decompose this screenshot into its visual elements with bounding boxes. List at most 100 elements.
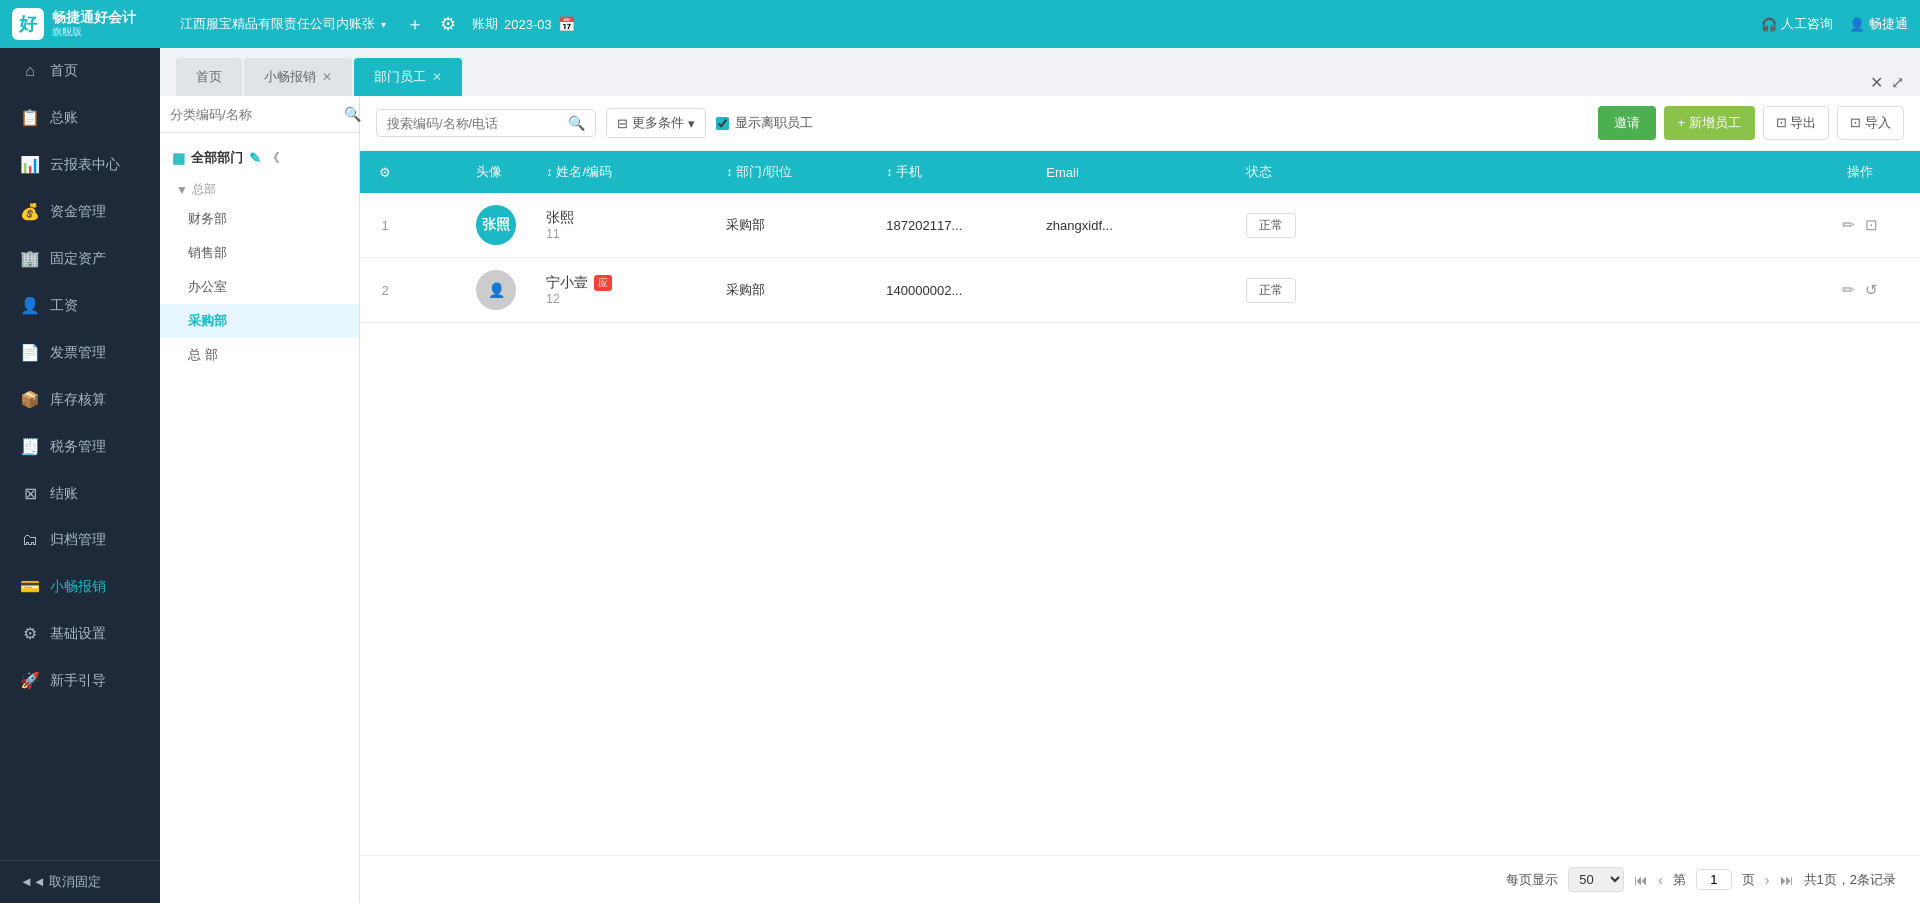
all-dept-label: 全部部门 xyxy=(191,149,243,167)
report-icon: 📊 xyxy=(20,155,40,174)
dept-search-icon[interactable]: 🔍 xyxy=(344,106,361,122)
expand-tab-button[interactable]: ⤢ xyxy=(1891,73,1904,92)
dept-collapse-icon[interactable]: 《 xyxy=(267,150,279,167)
per-page-select[interactable]: 50 10 20 100 xyxy=(1568,867,1624,892)
logo-text-block: 畅捷通好会计 旗舰版 xyxy=(52,9,136,40)
pagination: 每页显示 50 10 20 100 ⏮ ‹ 第 页 › ⏭ 共1页，2条记录 xyxy=(360,855,1920,903)
invite-button[interactable]: 邀请 xyxy=(1598,106,1656,140)
sidebar-item-archive[interactable]: 🗂 归档管理 xyxy=(0,517,160,563)
dept-search-input[interactable] xyxy=(170,107,338,122)
show-resigned-text: 显示离职员工 xyxy=(735,114,813,132)
archive-icon: 🗂 xyxy=(20,531,40,549)
sidebar-item-invoice[interactable]: 📄 发票管理 xyxy=(0,329,160,376)
col-header-status: 状态 xyxy=(1236,151,1800,193)
row2-dept: 采购部 xyxy=(716,258,876,323)
sidebar-label-inventory: 库存核算 xyxy=(50,391,106,409)
gear-icon: ⚙ xyxy=(20,624,40,643)
sidebar-item-report[interactable]: 📊 云报表中心 xyxy=(0,141,160,188)
sidebar-unpin-button[interactable]: ◄◄ 取消固定 xyxy=(0,860,160,903)
row2-name-cell: 宁小壹 应 12 xyxy=(536,258,716,323)
filter-icon: ⊟ xyxy=(617,116,628,131)
emp-search-box: 🔍 xyxy=(376,109,596,137)
col-header-phone[interactable]: ↕ 手机 xyxy=(876,151,1036,193)
calendar-icon[interactable]: 📅 xyxy=(558,16,575,32)
dept-list: ▦ 全部部门 ✎ 《 ▼ 总部 财务部 销售部 xyxy=(160,133,359,903)
show-resigned-checkbox[interactable] xyxy=(716,117,729,130)
sidebar-item-expense[interactable]: 💳 小畅报销 xyxy=(0,563,160,610)
sidebar-item-inventory[interactable]: 📦 库存核算 xyxy=(0,376,160,423)
tab-home-label: 首页 xyxy=(196,68,222,86)
row1-status: 正常 xyxy=(1236,193,1800,258)
tab-employee-close[interactable]: ✕ xyxy=(432,70,442,84)
tab-home[interactable]: 首页 xyxy=(176,58,242,96)
row2-ops: ✏ ↺ xyxy=(1800,258,1920,323)
row2-edit-button[interactable]: ✏ xyxy=(1842,281,1855,299)
page-input[interactable] xyxy=(1696,869,1732,890)
import-button[interactable]: ⊡ 导入 xyxy=(1837,106,1904,140)
tab-expense[interactable]: 小畅报销 ✕ xyxy=(244,58,352,96)
all-dept-header[interactable]: ▦ 全部部门 ✎ 《 xyxy=(160,141,359,175)
close-tab-button[interactable]: ✕ xyxy=(1870,73,1883,92)
invoice-icon: 📄 xyxy=(20,343,40,362)
dept-item-purchase[interactable]: 采购部 xyxy=(160,304,359,338)
emp-search-input[interactable] xyxy=(387,116,562,131)
col-header-settings[interactable]: ⚙ xyxy=(360,151,410,193)
emp-search-icon[interactable]: 🔍 xyxy=(568,115,585,131)
show-resigned-label[interactable]: 显示离职员工 xyxy=(716,114,813,132)
sidebar-label-guide: 新手引导 xyxy=(50,672,106,690)
employee-table: ⚙ 头像 ↕ 姓名/编码 ↕ 部门/职位 ↕ 手机 xyxy=(360,151,1920,855)
row1-edit-button[interactable]: ✏ xyxy=(1842,216,1855,234)
sidebar-item-settings[interactable]: ⚙ 基础设置 xyxy=(0,610,160,657)
export-button[interactable]: ⊡ 导出 xyxy=(1763,106,1830,140)
add-employee-button[interactable]: + 新增员工 xyxy=(1664,106,1755,140)
period-label: 账期 2023-03 📅 xyxy=(472,15,575,33)
more-filter-button[interactable]: ⊟ 更多条件 ▾ xyxy=(606,108,706,138)
sidebar-item-assets[interactable]: 🏢 固定资产 xyxy=(0,235,160,282)
sort-dept-icon: ↕ xyxy=(726,164,733,179)
dept-item-finance[interactable]: 财务部 xyxy=(160,202,359,236)
row2-delete-button[interactable]: ↺ xyxy=(1865,281,1878,299)
user-button[interactable]: 👤 畅捷通 xyxy=(1849,15,1908,33)
dept-item-sales[interactable]: 销售部 xyxy=(160,236,359,270)
dept-item-general[interactable]: 总 部 xyxy=(160,338,359,372)
next-page-button[interactable]: › xyxy=(1765,872,1770,888)
close-month-icon: ⊠ xyxy=(20,484,40,503)
col-header-ops: 操作 xyxy=(1800,151,1920,193)
sidebar-item-funds[interactable]: 💰 资金管理 xyxy=(0,188,160,235)
add-tab-button[interactable]: ＋ xyxy=(406,12,424,36)
filter-arrow-icon: ▾ xyxy=(688,116,695,131)
company-selector[interactable]: 江西服宝精品有限责任公司内账张 ▾ xyxy=(180,15,386,33)
sidebar-item-tax[interactable]: 🧾 税务管理 xyxy=(0,423,160,470)
headset-icon: 🎧 xyxy=(1761,17,1777,32)
logo-title: 畅捷通好会计 xyxy=(52,9,136,26)
company-dropdown-icon[interactable]: ▾ xyxy=(381,19,386,30)
expense-icon: 💳 xyxy=(20,577,40,596)
sidebar-item-guide[interactable]: 🚀 新手引导 xyxy=(0,657,160,704)
row2-name-wrapper: 宁小壹 应 xyxy=(546,274,706,292)
sidebar-label-funds: 资金管理 xyxy=(50,203,106,221)
dept-root-name: 总部 xyxy=(192,181,216,198)
row1-logout-button[interactable]: ⊡ xyxy=(1865,216,1878,234)
dept-edit-icon[interactable]: ✎ xyxy=(249,150,261,166)
period-value: 2023-03 xyxy=(504,17,552,32)
first-page-button[interactable]: ⏮ xyxy=(1634,872,1648,888)
last-page-button[interactable]: ⏭ xyxy=(1780,872,1794,888)
col-header-dept[interactable]: ↕ 部门/职位 xyxy=(716,151,876,193)
user-label: 畅捷通 xyxy=(1869,15,1908,33)
dept-item-office[interactable]: 办公室 xyxy=(160,270,359,304)
sidebar-item-close[interactable]: ⊠ 结账 xyxy=(0,470,160,517)
prev-page-button[interactable]: ‹ xyxy=(1658,872,1663,888)
support-button[interactable]: 🎧 人工咨询 xyxy=(1761,15,1833,33)
row1-phone: 187202117... xyxy=(876,193,1036,258)
sidebar-item-payroll[interactable]: 👤 工资 xyxy=(0,282,160,329)
settings-button[interactable]: ⚙ xyxy=(440,13,456,35)
tab-expense-close[interactable]: ✕ xyxy=(322,70,332,84)
dept-purchase-label: 采购部 xyxy=(188,313,227,328)
col-header-name[interactable]: ↕ 姓名/编码 xyxy=(536,151,716,193)
tab-employee[interactable]: 部门员工 ✕ xyxy=(354,58,462,96)
sort-name-icon: ↕ xyxy=(546,164,553,179)
sidebar-item-ledger[interactable]: 📋 总账 xyxy=(0,94,160,141)
sidebar-item-home[interactable]: ⌂ 首页 xyxy=(0,48,160,94)
tab-controls: ✕ ⤢ xyxy=(1870,73,1904,92)
table-body: 1 张照 张熙 11 采购部 187202117... xyxy=(360,193,1920,323)
